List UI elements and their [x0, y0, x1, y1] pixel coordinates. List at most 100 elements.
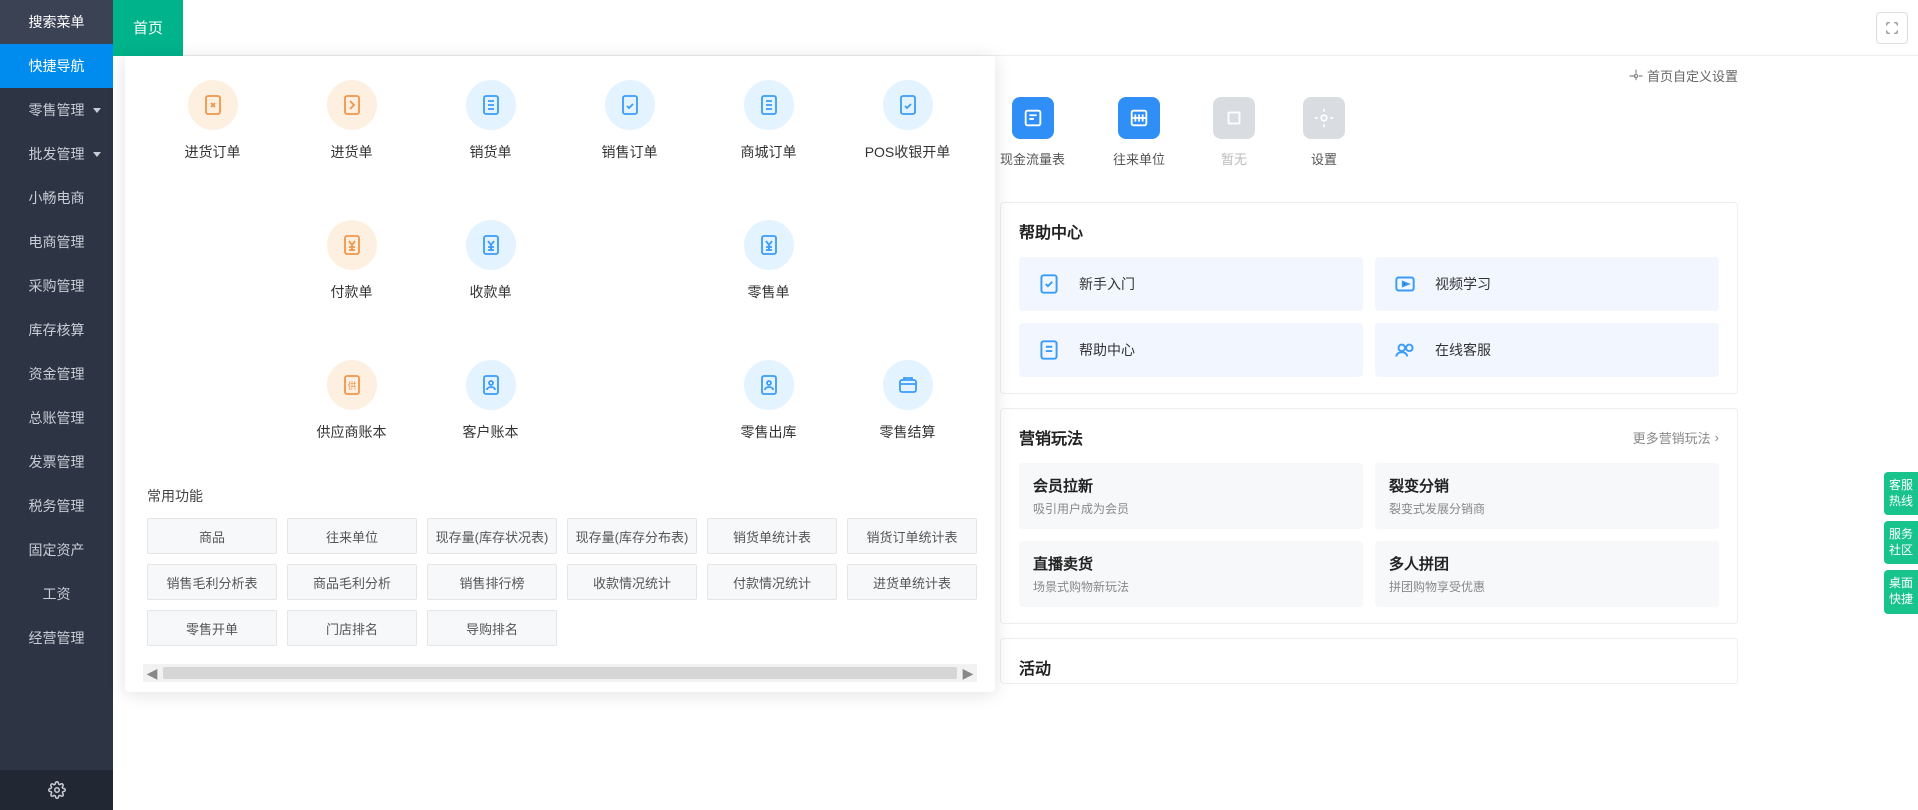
- quick-icon: [1118, 97, 1160, 139]
- common-btn-13[interactable]: 门店排名: [287, 610, 417, 646]
- flow-label: 销货单: [470, 142, 512, 162]
- help-item-3[interactable]: 在线客服: [1375, 323, 1719, 377]
- sidebar: 搜索菜单 快捷导航零售管理批发管理小畅电商电商管理采购管理库存核算资金管理总账管…: [0, 0, 113, 810]
- common-functions-header: 常用功能: [147, 486, 977, 506]
- flow-label: 零售结算: [880, 422, 936, 442]
- flow-进货单[interactable]: 进货单: [282, 80, 421, 200]
- sidebar-item-6[interactable]: 库存核算: [0, 308, 113, 352]
- marketing-item-title: 会员拉新: [1033, 475, 1349, 496]
- sidebar-item-11[interactable]: 固定资产: [0, 528, 113, 572]
- common-btn-0[interactable]: 商品: [147, 518, 277, 554]
- help-title: 帮助中心: [1019, 219, 1083, 243]
- customer-icon: [466, 360, 516, 410]
- help-label: 新手入门: [1079, 274, 1135, 294]
- marketing-item-title: 直播卖货: [1033, 553, 1349, 574]
- homepage-customize-label: 首页自定义设置: [1647, 66, 1738, 85]
- list-icon: [744, 80, 794, 130]
- common-btn-12[interactable]: 零售开单: [147, 610, 277, 646]
- sidebar-item-0[interactable]: 快捷导航: [0, 44, 113, 88]
- help-label: 帮助中心: [1079, 340, 1135, 360]
- scrollbar-thumb[interactable]: [163, 667, 957, 679]
- common-btn-6[interactable]: 销售毛利分析表: [147, 564, 277, 600]
- marketing-title: 营销玩法: [1019, 425, 1083, 449]
- sidebar-item-12[interactable]: 工资: [0, 572, 113, 616]
- quick-设置[interactable]: 设置: [1303, 97, 1345, 168]
- common-btn-10[interactable]: 付款情况统计: [707, 564, 837, 600]
- gear-icon: [1629, 69, 1643, 83]
- sidebar-item-5[interactable]: 采购管理: [0, 264, 113, 308]
- common-btn-9[interactable]: 收款情况统计: [567, 564, 697, 600]
- sidebar-item-13[interactable]: 经营管理: [0, 616, 113, 660]
- flow-label: 零售单: [748, 282, 790, 302]
- marketing-item-1[interactable]: 裂变分销裂变式发展分销商: [1375, 463, 1719, 529]
- settle-icon: [883, 360, 933, 410]
- help-item-0[interactable]: 新手入门: [1019, 257, 1363, 311]
- quick-label: 设置: [1311, 149, 1337, 168]
- fullscreen-button[interactable]: [1876, 12, 1908, 44]
- common-btn-5[interactable]: 销货订单统计表: [847, 518, 977, 554]
- marketing-item-3[interactable]: 多人拼团拼团购物享受优惠: [1375, 541, 1719, 607]
- flow-销售订单[interactable]: 销售订单: [560, 80, 699, 200]
- common-btn-4[interactable]: 销货单统计表: [707, 518, 837, 554]
- scroll-left-arrow[interactable]: ◀: [143, 664, 161, 682]
- tab-home[interactable]: 首页: [113, 0, 183, 56]
- marketing-item-title: 裂变分销: [1389, 475, 1705, 496]
- help-item-1[interactable]: 视频学习: [1375, 257, 1719, 311]
- help-item-2[interactable]: 帮助中心: [1019, 323, 1363, 377]
- sidebar-item-3[interactable]: 小畅电商: [0, 176, 113, 220]
- flow-客户账本[interactable]: 客户账本: [421, 360, 560, 480]
- common-btn-3[interactable]: 现存量(库存分布表): [567, 518, 697, 554]
- common-btn-2[interactable]: 现存量(库存状况表): [427, 518, 557, 554]
- common-btn-14[interactable]: 导购排名: [427, 610, 557, 646]
- float-btn-0[interactable]: 客服热线: [1884, 472, 1918, 515]
- common-btn-1[interactable]: 往来单位: [287, 518, 417, 554]
- float-btn-2[interactable]: 桌面快捷: [1884, 570, 1918, 613]
- flow-label: 收款单: [470, 282, 512, 302]
- sidebar-settings[interactable]: [0, 770, 113, 810]
- marketing-item-sub: 裂变式发展分销商: [1389, 500, 1705, 517]
- sidebar-search[interactable]: 搜索菜单: [0, 0, 113, 44]
- flow-零售出库[interactable]: 零售出库: [699, 360, 838, 480]
- marketing-more-link[interactable]: 更多营销玩法 ›: [1633, 428, 1719, 447]
- activity-card: 活动: [1000, 638, 1738, 684]
- flow-label: 销售订单: [602, 142, 658, 162]
- common-btn-11[interactable]: 进货单统计表: [847, 564, 977, 600]
- sidebar-item-4[interactable]: 电商管理: [0, 220, 113, 264]
- gear-icon: [48, 781, 66, 799]
- sidebar-item-10[interactable]: 税务管理: [0, 484, 113, 528]
- sidebar-item-1[interactable]: 零售管理: [0, 88, 113, 132]
- flow-label: POS收银开单: [865, 142, 951, 162]
- sidebar-item-8[interactable]: 总账管理: [0, 396, 113, 440]
- marketing-item-2[interactable]: 直播卖货场景式购物新玩法: [1019, 541, 1363, 607]
- flow-零售结算[interactable]: 零售结算: [838, 360, 977, 480]
- common-btn-7[interactable]: 商品毛利分析: [287, 564, 417, 600]
- activity-title: 活动: [1019, 655, 1051, 679]
- marketing-item-0[interactable]: 会员拉新吸引用户成为会员: [1019, 463, 1363, 529]
- homepage-customize-link[interactable]: 首页自定义设置: [1000, 60, 1738, 97]
- common-btn-8[interactable]: 销售排行榜: [427, 564, 557, 600]
- quick-icon: [1213, 97, 1255, 139]
- flow-收款单[interactable]: 收款单: [421, 220, 560, 340]
- flow-商城订单[interactable]: 商城订单: [699, 80, 838, 200]
- flow-label: 供应商账本: [317, 422, 387, 442]
- marketing-more-label: 更多营销玩法: [1633, 428, 1711, 447]
- sidebar-item-9[interactable]: 发票管理: [0, 440, 113, 484]
- flow-付款单[interactable]: 付款单: [282, 220, 421, 340]
- marketing-item-title: 多人拼团: [1389, 553, 1705, 574]
- flow-供应商账本[interactable]: 供供应商账本: [282, 360, 421, 480]
- flyout-scrollbar[interactable]: ◀ ▶: [143, 664, 977, 682]
- flow-零售单[interactable]: 零售单: [699, 220, 838, 340]
- flow-label: 商城订单: [741, 142, 797, 162]
- quick-往来单位[interactable]: 往来单位: [1113, 97, 1165, 168]
- flow-POS收银开单[interactable]: POS收银开单: [838, 80, 977, 200]
- marketing-card: 营销玩法 更多营销玩法 › 会员拉新吸引用户成为会员裂变分销裂变式发展分销商直播…: [1000, 408, 1738, 624]
- float-btn-1[interactable]: 服务社区: [1884, 521, 1918, 564]
- quick-暂无[interactable]: 暂无: [1213, 97, 1255, 168]
- flow-进货订单[interactable]: 进货订单: [143, 80, 282, 200]
- sidebar-item-2[interactable]: 批发管理: [0, 132, 113, 176]
- scroll-right-arrow[interactable]: ▶: [959, 664, 977, 682]
- customer-icon: [744, 360, 794, 410]
- quick-现金流量表[interactable]: 现金流量表: [1000, 97, 1065, 168]
- sidebar-item-7[interactable]: 资金管理: [0, 352, 113, 396]
- flow-销货单[interactable]: 销货单: [421, 80, 560, 200]
